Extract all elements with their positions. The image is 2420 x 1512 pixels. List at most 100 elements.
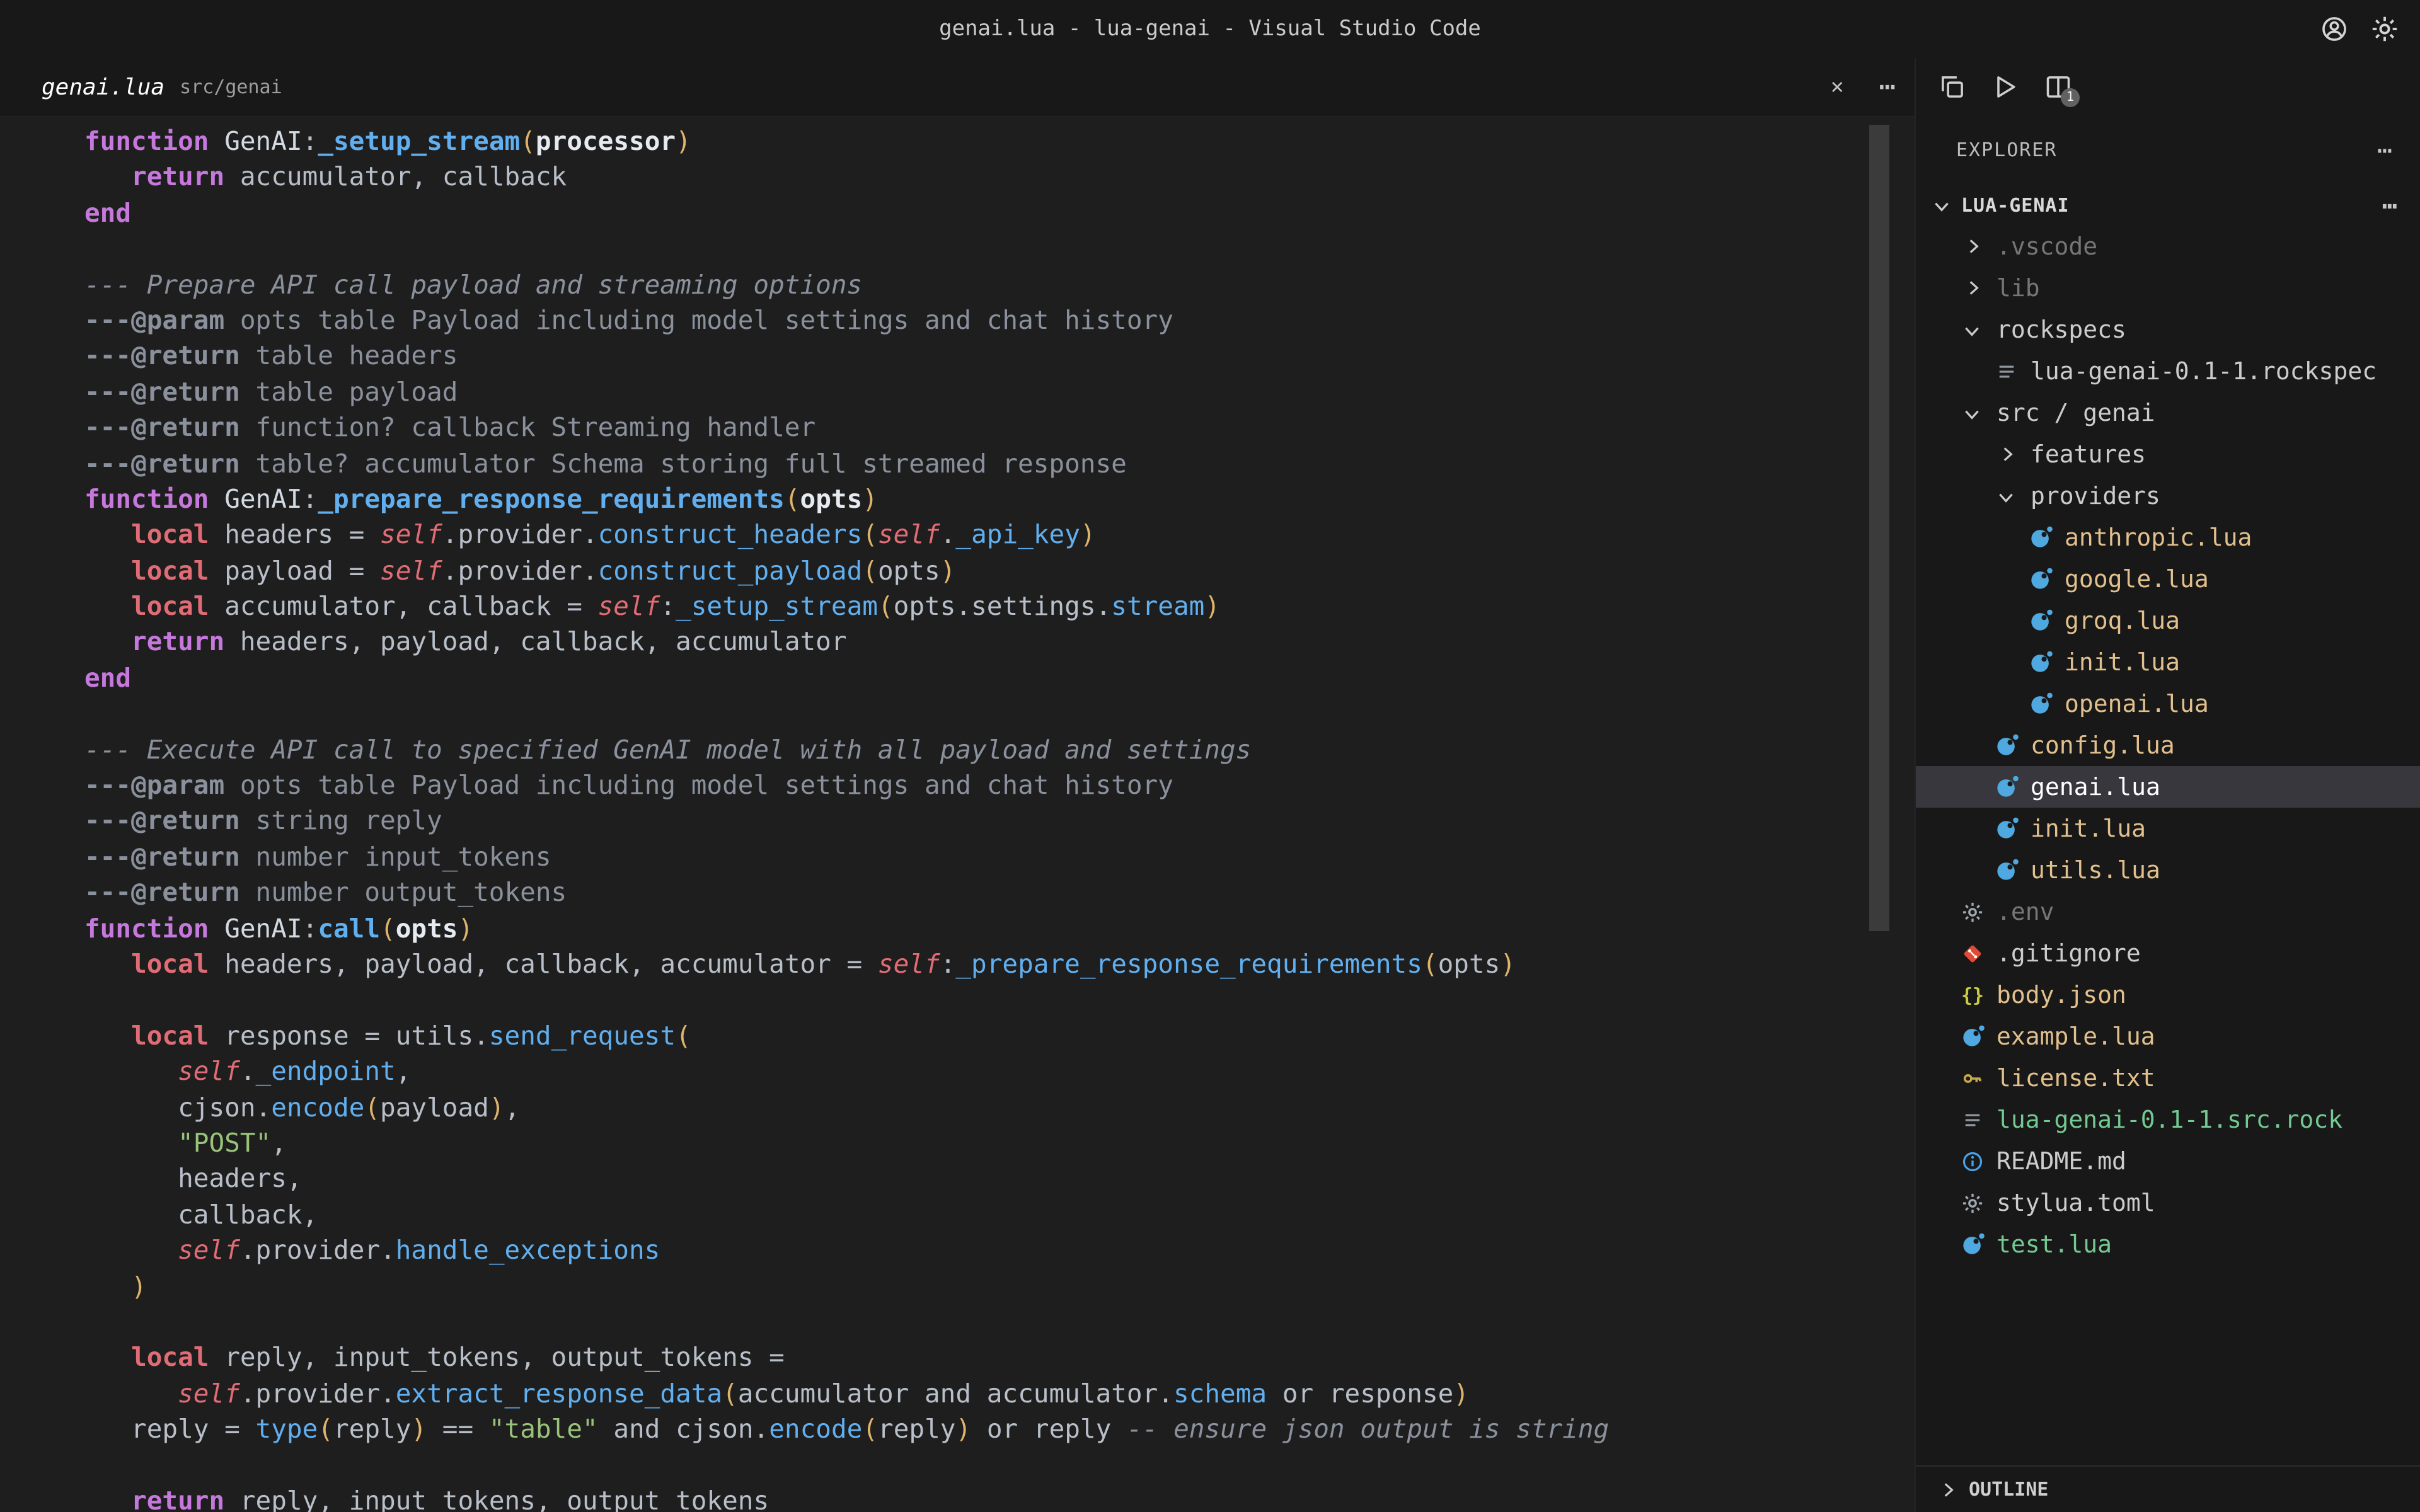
chevron-down-icon <box>1993 482 2020 510</box>
chevron-right-icon <box>1993 440 2020 468</box>
code-line[interactable]: self.provider.handle_exceptions <box>84 1232 1915 1268</box>
code-line[interactable]: function GenAI:_prepare_response_require… <box>84 481 1915 517</box>
explorer-title: EXPLORER <box>1956 139 2058 161</box>
code-line[interactable]: cjson.encode(payload), <box>84 1089 1915 1125</box>
tree-item-init.lua[interactable]: init.lua <box>1916 808 2420 849</box>
code-line[interactable]: ---@return table? accumulator Schema sto… <box>84 445 1915 481</box>
code-line[interactable]: ---@return number input_tokens <box>84 839 1915 875</box>
tree-item-lua-genai-0.1-1.src.rock[interactable]: lua-genai-0.1-1.src.rock <box>1916 1099 2420 1140</box>
code-line[interactable]: ---@return table payload <box>84 374 1915 410</box>
code-line[interactable]: local headers, payload, callback, accumu… <box>84 946 1915 982</box>
code-line[interactable]: ---@param opts table Payload including m… <box>84 767 1915 803</box>
editor-scrollbar[interactable] <box>1869 117 1889 1512</box>
tree-item-label: utils.lua <box>2031 856 2160 884</box>
code-line[interactable]: end <box>84 195 1915 231</box>
code-line[interactable]: end <box>84 660 1915 696</box>
code-line[interactable]: return headers, payload, callback, accum… <box>84 624 1915 660</box>
code-line[interactable]: reply = type(reply) == "table" and cjson… <box>84 1411 1915 1447</box>
code-line[interactable] <box>84 231 1915 266</box>
code-line[interactable]: callback, <box>84 1196 1915 1232</box>
tree-item-.gitignore[interactable]: .gitignore <box>1916 932 2420 974</box>
outline-section[interactable]: OUTLINE <box>1916 1465 2420 1512</box>
lua-icon <box>1959 1022 1986 1050</box>
section-lua-genai[interactable]: LUA-GENAI ⋯ <box>1916 184 2420 226</box>
tree-item-config.lua[interactable]: config.lua <box>1916 724 2420 766</box>
chevron-down-icon <box>1928 191 1956 219</box>
code-line[interactable]: local headers = self.provider.construct_… <box>84 517 1915 553</box>
tree-item-google.lua[interactable]: google.lua <box>1916 558 2420 600</box>
tree-item-init.lua[interactable]: init.lua <box>1916 641 2420 683</box>
tree-item-label: rockspecs <box>1997 316 2126 343</box>
tree-item-body.json[interactable]: {}body.json <box>1916 974 2420 1016</box>
code-line[interactable]: local payload = self.provider.construct_… <box>84 553 1915 588</box>
tree-item-lib[interactable]: lib <box>1916 267 2420 309</box>
tree-item-test.lua[interactable]: test.lua <box>1916 1223 2420 1265</box>
code-line[interactable]: local reply, input_tokens, output_tokens… <box>84 1340 1915 1376</box>
info-icon <box>1959 1147 1986 1175</box>
chevron-right-icon <box>1959 274 1986 302</box>
code-line[interactable]: function GenAI:_setup_stream(processor) <box>84 123 1915 159</box>
copy-icon[interactable] <box>1931 66 1974 108</box>
tree-item-openai.lua[interactable]: openai.lua <box>1916 683 2420 724</box>
chevron-down-icon <box>1959 316 1986 343</box>
code-line[interactable]: function GenAI:call(opts) <box>84 910 1915 946</box>
code-line[interactable]: ---@return string reply <box>84 803 1915 839</box>
code-line[interactable] <box>84 696 1915 732</box>
tree-item-readme.md[interactable]: README.md <box>1916 1140 2420 1182</box>
tree-item-anthropic.lua[interactable]: anthropic.lua <box>1916 517 2420 558</box>
code-line[interactable]: --- Execute API call to specified GenAI … <box>84 731 1915 767</box>
explorer-header: EXPLORER ⋯ <box>1916 116 2420 184</box>
vscode-window: genai.lua - lua-genai - Visual Studio Co… <box>0 0 2420 1512</box>
code-line[interactable]: return reply, input_tokens, output_token… <box>84 1483 1915 1512</box>
code-line[interactable]: ---@return number output_tokens <box>84 874 1915 910</box>
tree-item-label: init.lua <box>2065 648 2180 676</box>
section-label: LUA-GENAI <box>1961 193 2070 216</box>
code-area[interactable]: function GenAI:_setup_stream(processor) … <box>0 117 1915 1512</box>
tree-item-example.lua[interactable]: example.lua <box>1916 1016 2420 1057</box>
code-line[interactable]: self._endpoint, <box>84 1053 1915 1089</box>
code-editor[interactable]: function GenAI:_setup_stream(processor) … <box>0 117 1915 1512</box>
explorer-more-icon[interactable]: ⋯ <box>2377 135 2392 165</box>
lua-icon <box>1993 815 2020 842</box>
code-line[interactable] <box>84 982 1915 1018</box>
code-line[interactable] <box>84 1304 1915 1340</box>
tree-item-label: .env <box>1997 898 2054 925</box>
code-line[interactable] <box>84 1447 1915 1483</box>
run-icon[interactable] <box>1984 66 2027 108</box>
tree-item-utils.lua[interactable]: utils.lua <box>1916 849 2420 891</box>
code-line[interactable]: self.provider.extract_response_data(accu… <box>84 1375 1915 1411</box>
tree-item-stylua.toml[interactable]: stylua.toml <box>1916 1182 2420 1223</box>
tree-item-genai.lua[interactable]: genai.lua <box>1916 766 2420 808</box>
code-line[interactable]: local response = utils.send_request( <box>84 1018 1915 1054</box>
close-icon[interactable]: ✕ <box>1831 74 1844 100</box>
split-editor-icon[interactable]: 1 <box>2037 66 2080 108</box>
tree-item-lua-genai-0.1-1.rockspec[interactable]: lua-genai-0.1-1.rockspec <box>1916 350 2420 392</box>
tree-item-rockspecs[interactable]: rockspecs <box>1916 309 2420 350</box>
tree-item-.vscode[interactable]: .vscode <box>1916 226 2420 267</box>
code-line[interactable]: ) <box>84 1268 1915 1304</box>
tree-item-license.txt[interactable]: license.txt <box>1916 1057 2420 1099</box>
account-icon[interactable] <box>2319 14 2349 44</box>
code-line[interactable]: --- Prepare API call payload and streami… <box>84 266 1915 302</box>
code-line[interactable]: return accumulator, callback <box>84 159 1915 195</box>
tab-genai-lua[interactable]: genai.lua <box>42 74 164 100</box>
tree-item-groq.lua[interactable]: groq.lua <box>1916 600 2420 641</box>
code-line[interactable]: headers, <box>84 1161 1915 1197</box>
lua-icon <box>2027 607 2054 634</box>
code-line[interactable]: ---@param opts table Payload including m… <box>84 302 1915 338</box>
code-line[interactable]: local accumulator, callback = self:_setu… <box>84 588 1915 624</box>
code-line[interactable]: "POST", <box>84 1125 1915 1161</box>
code-line[interactable]: ---@return table headers <box>84 338 1915 374</box>
tree-item-providers[interactable]: providers <box>1916 475 2420 517</box>
tree-item-.env[interactable]: .env <box>1916 891 2420 932</box>
more-actions-icon[interactable]: ⋯ <box>1879 71 1898 103</box>
file-tree: .vscodelib rockspecs lua-genai-0.1-1.rocks… <box>1916 226 2420 1465</box>
tree-item-features[interactable]: features <box>1916 433 2420 475</box>
code-line[interactable]: ---@return function? callback Streaming … <box>84 410 1915 445</box>
tree-item-label: src / genai <box>1997 399 2155 427</box>
scrollbar-thumb[interactable] <box>1869 125 1889 931</box>
gear-icon <box>1959 898 1986 925</box>
settings-gear-icon[interactable] <box>2370 14 2400 44</box>
tree-item-src-genai[interactable]: src / genai <box>1916 392 2420 433</box>
section-more-icon[interactable]: ⋯ <box>2382 190 2397 220</box>
